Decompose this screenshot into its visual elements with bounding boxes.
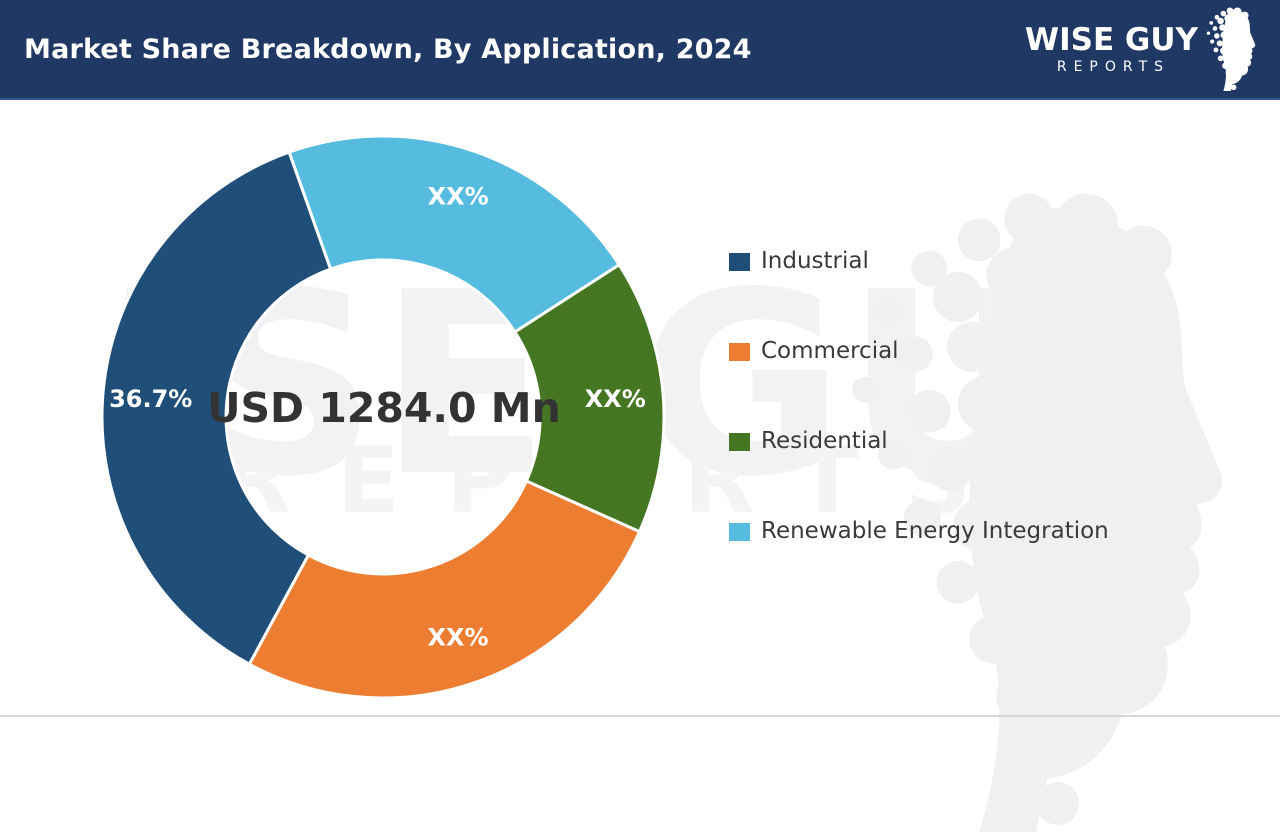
legend-label: Residential (761, 428, 888, 454)
legend-swatch-icon (729, 342, 750, 361)
legend-label: Industrial (761, 248, 869, 274)
legend-label: Commercial (761, 338, 899, 364)
chart-legend: Industrial Commercial Residential Renewa… (729, 250, 1109, 543)
legend-swatch-icon (729, 432, 750, 451)
legend-item: Industrial (729, 250, 1109, 273)
slice-label: XX% (585, 385, 646, 413)
legend-label: Renewable Energy Integration (761, 518, 1109, 544)
slice-label: 36.7% (109, 385, 192, 413)
legend-item: Commercial (729, 340, 1109, 363)
donut-slice (247, 479, 642, 700)
slice-label: XX% (428, 183, 489, 211)
legend-item: Renewable Energy Integration (729, 520, 1109, 543)
legend-swatch-icon (729, 252, 750, 271)
chart-center-value: USD 1284.0 Mn (207, 384, 561, 432)
legend-swatch-icon (729, 522, 750, 541)
legend-item: Residential (729, 430, 1109, 453)
slice-label: XX% (427, 624, 488, 652)
